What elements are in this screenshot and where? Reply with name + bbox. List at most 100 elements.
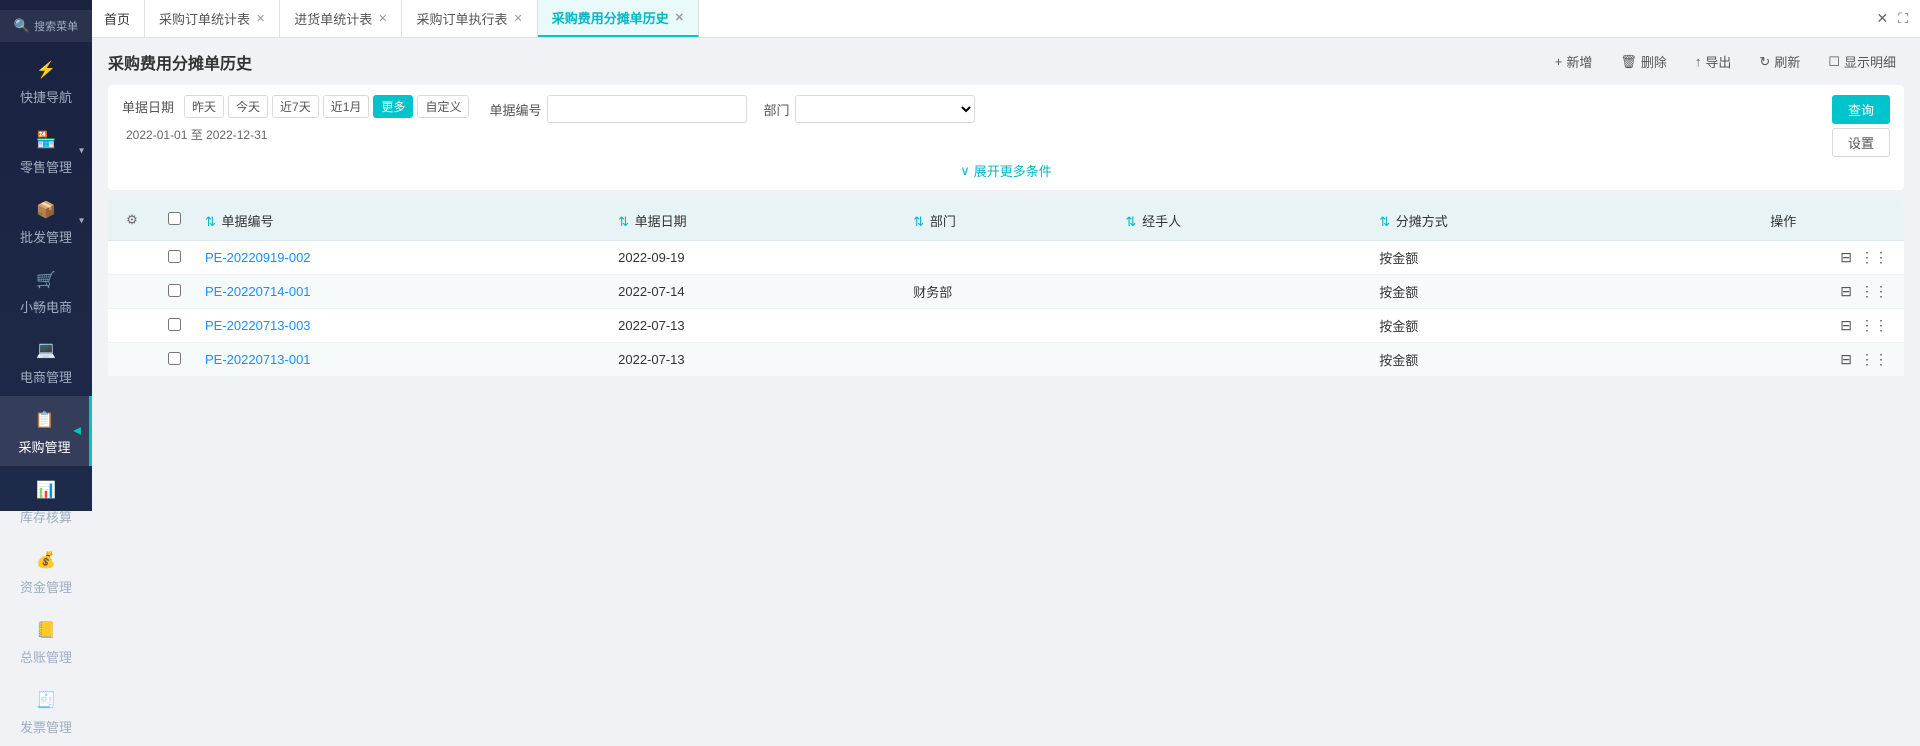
page-title: 采购费用分摊单历史	[108, 50, 1547, 74]
sidebar-item-inventory[interactable]: 📊 库存核算	[0, 466, 92, 536]
row-split-method-1: 按金额	[1367, 275, 1662, 309]
main-area: 首页 采购订单统计表 ✕ 进货单统计表 ✕ 采购订单执行表 ✕ 采购费用分摊单历…	[92, 0, 1920, 511]
sidebar-item-ecom[interactable]: 💻 电商管理	[0, 326, 92, 396]
col-dept-label: 部门	[930, 214, 956, 229]
select-all-checkbox[interactable]	[168, 212, 181, 225]
doc-num-group: 单据编号	[489, 95, 747, 123]
small-ecom-icon: 🛒	[32, 266, 60, 294]
refresh-label: 刷新	[1774, 52, 1800, 71]
filter-date-btns: 昨天 今天 近7天 近1月 更多 自定义	[184, 95, 469, 118]
sidebar-item-purchase[interactable]: 📋 采购管理 ◀	[0, 396, 92, 466]
sidebar-item-quick-nav[interactable]: ⚡ 快捷导航	[0, 46, 92, 116]
checkbox-detail-icon: ☐	[1828, 54, 1840, 70]
tab-incoming-stat-close[interactable]: ✕	[378, 12, 387, 25]
tab-incoming-stat[interactable]: 进货单统计表 ✕	[280, 0, 402, 37]
tab-purchase-cost-split-close[interactable]: ✕	[675, 11, 684, 24]
doc-num-link-3[interactable]: PE-20220713-001	[205, 352, 311, 367]
finance-icon: 💰	[32, 546, 60, 574]
row-view-icon-0[interactable]: ⊟	[1840, 249, 1852, 266]
btn-1month[interactable]: 近1月	[323, 95, 370, 118]
dept-group: 部门 财务部	[763, 95, 975, 123]
tab-purchase-order-exec-close[interactable]: ✕	[514, 12, 523, 25]
ecom-icon: 💻	[32, 336, 60, 364]
display-detail-label: 显示明细	[1844, 52, 1896, 71]
sidebar-item-search[interactable]: 🔍 搜索菜单	[0, 10, 92, 42]
tab-purchase-order-stat[interactable]: 采购订单统计表 ✕	[145, 0, 280, 37]
sidebar-item-ledger[interactable]: 📒 总账管理	[0, 606, 92, 676]
sidebar-search-label: 搜索菜单	[34, 18, 78, 34]
table-row: PE-20220713-003 2022-07-13 按金额 ⊟ ⋮⋮	[108, 309, 1904, 343]
row-checkbox-3[interactable]	[168, 352, 181, 365]
col-handler-header: ⇅ 经手人	[1114, 200, 1368, 241]
table-body: PE-20220919-002 2022-09-19 按金额 ⊟ ⋮⋮ PE-2…	[108, 241, 1904, 377]
row-checkbox-2[interactable]	[168, 318, 181, 331]
add-button[interactable]: + 新增	[1547, 48, 1601, 75]
tab-bar-right: ✕ ⛶	[1876, 10, 1908, 27]
btn-custom[interactable]: 自定义	[417, 95, 469, 118]
expand-more-btn[interactable]: ∨ 展开更多条件	[960, 161, 1052, 180]
doc-num-link-0[interactable]: PE-20220919-002	[205, 250, 311, 265]
tab-purchase-order-stat-label: 采购订单统计表	[159, 9, 250, 28]
row-view-icon-3[interactable]: ⊟	[1840, 351, 1852, 368]
doc-num-link-1[interactable]: PE-20220714-001	[205, 284, 311, 299]
wholesale-icon: 📦	[32, 196, 60, 224]
table-settings-icon[interactable]: ⚙	[120, 208, 144, 232]
dept-select[interactable]: 财务部	[795, 95, 975, 123]
doc-num-label: 单据编号	[489, 100, 541, 119]
row-doc-date-1: 2022-07-14	[606, 275, 901, 309]
btn-more[interactable]: 更多	[373, 95, 413, 118]
sidebar-wholesale-label: 批发管理	[20, 227, 72, 246]
date-range-text: 2022-01-01 至 2022-12-31	[126, 128, 267, 142]
doc-num-input[interactable]	[547, 95, 747, 123]
wholesale-arrow-icon: ▾	[79, 216, 84, 227]
handler-sort-icon: ⇅	[1126, 214, 1137, 229]
tab-purchase-order-exec[interactable]: 采购订单执行表 ✕	[402, 0, 537, 37]
sidebar-item-invoice[interactable]: 🧾 发票管理	[0, 676, 92, 746]
tab-bar: 首页 采购订单统计表 ✕ 进货单统计表 ✕ 采购订单执行表 ✕ 采购费用分摊单历…	[92, 0, 1920, 38]
filter-actions: 查询 设置	[1832, 95, 1890, 157]
row-checkbox-1[interactable]	[168, 284, 181, 297]
sidebar-item-small-ecom[interactable]: 🛒 小畅电商	[0, 256, 92, 326]
purchase-icon: 📋	[31, 406, 59, 434]
row-more-icon-0[interactable]: ⋮⋮	[1860, 249, 1888, 266]
row-handler-0	[1114, 241, 1368, 275]
row-view-icon-2[interactable]: ⊟	[1840, 317, 1852, 334]
row-more-icon-1[interactable]: ⋮⋮	[1860, 283, 1888, 300]
refresh-button[interactable]: ↻ 刷新	[1751, 48, 1808, 75]
sidebar-item-retail[interactable]: 🏪 零售管理 ▾	[0, 116, 92, 186]
row-action-0: ⊟ ⋮⋮	[1662, 241, 1904, 275]
expand-more-label: 展开更多条件	[974, 161, 1052, 180]
filter-date-row: 单据日期 昨天 今天 近7天 近1月 更多 自定义	[122, 95, 469, 118]
sidebar-item-wholesale[interactable]: 📦 批发管理 ▾	[0, 186, 92, 256]
settings-button[interactable]: 设置	[1832, 128, 1890, 157]
refresh-icon: ↻	[1759, 54, 1770, 70]
close-window-icon[interactable]: ✕	[1876, 10, 1888, 27]
delete-button[interactable]: 🗑 删除	[1612, 48, 1675, 75]
row-checkbox-0[interactable]	[168, 250, 181, 263]
sidebar-invoice-label: 发票管理	[20, 717, 72, 736]
row-view-icon-1[interactable]: ⊟	[1840, 283, 1852, 300]
doc-num-link-2[interactable]: PE-20220713-003	[205, 318, 311, 333]
tab-home[interactable]: 首页	[104, 0, 145, 37]
btn-today[interactable]: 今天	[228, 95, 268, 118]
dept-sort-icon: ⇅	[913, 214, 924, 229]
sidebar-finance-label: 资金管理	[20, 577, 72, 596]
tab-purchase-cost-split-label: 采购费用分摊单历史	[552, 8, 669, 27]
row-doc-num-1: PE-20220714-001	[193, 275, 606, 309]
export-button[interactable]: ↑ 导出	[1687, 48, 1740, 75]
sidebar-item-finance[interactable]: 💰 资金管理	[0, 536, 92, 606]
filter-left: 单据日期 昨天 今天 近7天 近1月 更多 自定义 2022-01-01 至 2…	[122, 95, 469, 143]
search-button[interactable]: 查询	[1832, 95, 1890, 124]
row-handler-1	[1114, 275, 1368, 309]
tab-purchase-cost-split[interactable]: 采购费用分摊单历史 ✕	[538, 0, 699, 37]
btn-7days[interactable]: 近7天	[272, 95, 319, 118]
filter-date-range: 2022-01-01 至 2022-12-31	[122, 126, 469, 143]
col-checkbox-header	[156, 200, 193, 241]
display-detail-button[interactable]: ☐ 显示明细	[1820, 48, 1904, 75]
row-more-icon-2[interactable]: ⋮⋮	[1860, 317, 1888, 334]
row-more-icon-3[interactable]: ⋮⋮	[1860, 351, 1888, 368]
tab-purchase-order-stat-close[interactable]: ✕	[256, 12, 265, 25]
invoice-icon: 🧾	[32, 686, 60, 714]
btn-yesterday[interactable]: 昨天	[184, 95, 224, 118]
fullscreen-icon[interactable]: ⛶	[1898, 10, 1908, 27]
